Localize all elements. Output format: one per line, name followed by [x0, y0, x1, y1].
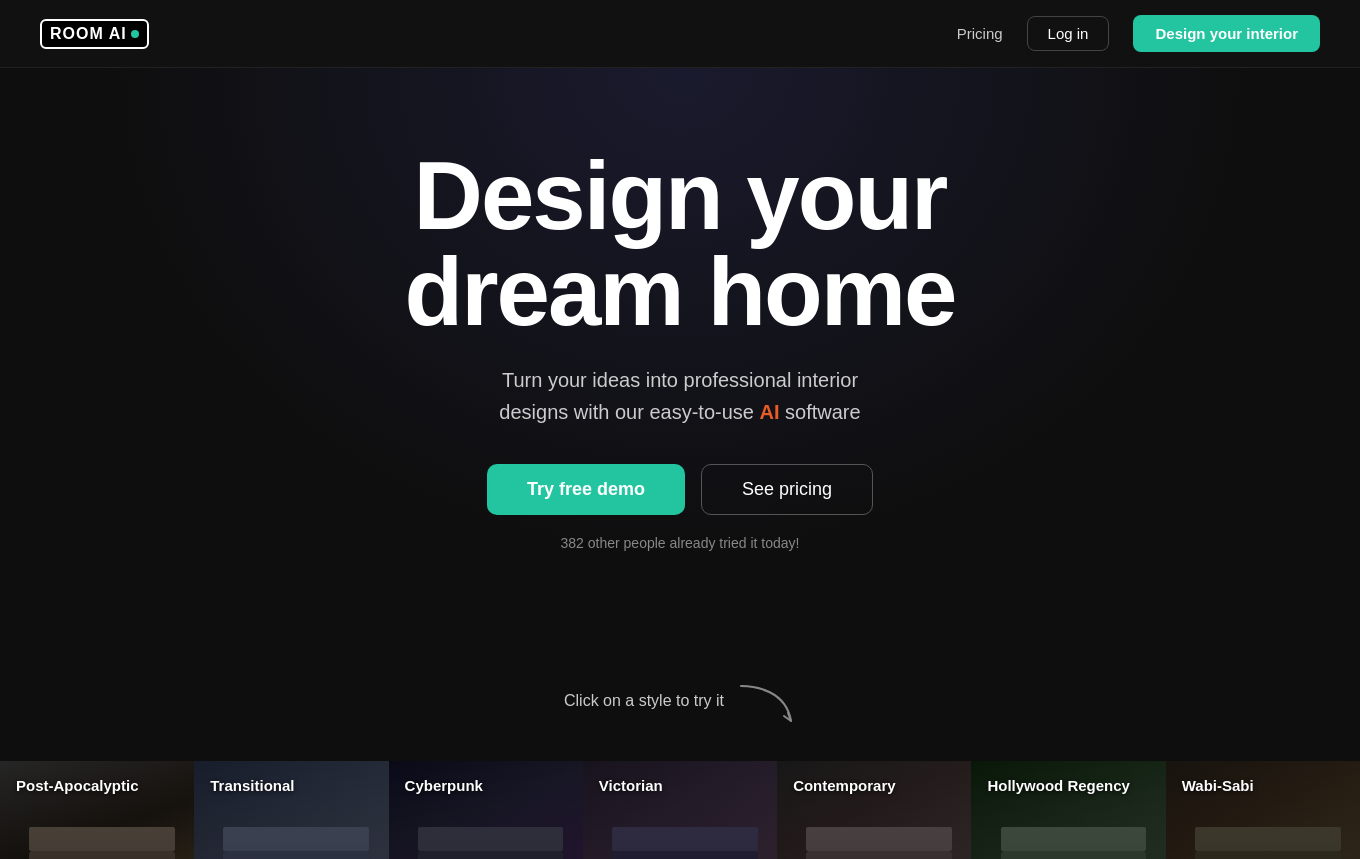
style-card-hollywood-regency[interactable]: Hollywood Regency [971, 761, 1165, 859]
social-proof-text: 382 other people already tried it today! [561, 535, 800, 551]
login-button[interactable]: Log in [1027, 16, 1110, 51]
style-card-label: Contemporary [793, 777, 896, 794]
style-card-overlay [389, 761, 583, 859]
logo[interactable]: ROOM AI [40, 19, 149, 49]
navbar: ROOM AI Pricing Log in Design your inter… [0, 0, 1360, 68]
style-card-transitional[interactable]: Transitional [194, 761, 388, 859]
style-card-post-apocalyptic[interactable]: Post-Apocalyptic [0, 761, 194, 859]
style-card-label: Transitional [210, 777, 294, 794]
nav-pricing-link[interactable]: Pricing [957, 25, 1003, 42]
style-card-overlay [0, 761, 194, 859]
style-card-overlay [971, 761, 1165, 859]
style-card-label: Post-Apocalyptic [16, 777, 139, 794]
hero-ai-word: AI [759, 401, 779, 423]
hero-buttons: Try free demo See pricing [487, 464, 873, 515]
style-card-overlay [583, 761, 777, 859]
style-cards-row: Post-Apocalyptic Transitional Cyberpunk [0, 761, 1360, 859]
try-demo-button[interactable]: Try free demo [487, 464, 685, 515]
hero-subtitle-part3: software [785, 401, 861, 423]
see-pricing-button[interactable]: See pricing [701, 464, 873, 515]
style-card-wabi-sabi[interactable]: Wabi-Sabi [1166, 761, 1360, 859]
hero-subtitle: Turn your ideas into professional interi… [499, 364, 860, 428]
hero-subtitle-part1: Turn your ideas into professional interi… [502, 369, 858, 391]
style-card-overlay [1166, 761, 1360, 859]
hero-title-line1: Design your [414, 142, 947, 249]
style-card-overlay [194, 761, 388, 859]
nav-right: Pricing Log in Design your interior [957, 15, 1320, 52]
style-card-label: Cyberpunk [405, 777, 483, 794]
logo-text: ROOM AI [50, 25, 127, 43]
design-cta-button[interactable]: Design your interior [1133, 15, 1320, 52]
arrow-icon [736, 681, 796, 731]
hero-section: Design your dream home Turn your ideas i… [0, 68, 1360, 651]
style-card-contemporary[interactable]: Contemporary [777, 761, 971, 859]
hero-title-line2: dream home [405, 238, 956, 345]
gallery-hint: Click on a style to try it [0, 671, 1360, 731]
gallery-hint-text: Click on a style to try it [564, 692, 724, 710]
style-card-overlay [777, 761, 971, 859]
logo-box: ROOM AI [40, 19, 149, 49]
style-card-victorian[interactable]: Victorian [583, 761, 777, 859]
style-card-label: Wabi-Sabi [1182, 777, 1254, 794]
style-card-label: Hollywood Regency [987, 777, 1130, 794]
style-card-cyberpunk[interactable]: Cyberpunk [389, 761, 583, 859]
logo-dot [131, 30, 139, 38]
gallery-section: Click on a style to try it Post-Apocalyp… [0, 651, 1360, 859]
hero-subtitle-part2: designs with our easy-to-use [499, 401, 754, 423]
hero-title: Design your dream home [405, 148, 956, 340]
style-card-label: Victorian [599, 777, 663, 794]
